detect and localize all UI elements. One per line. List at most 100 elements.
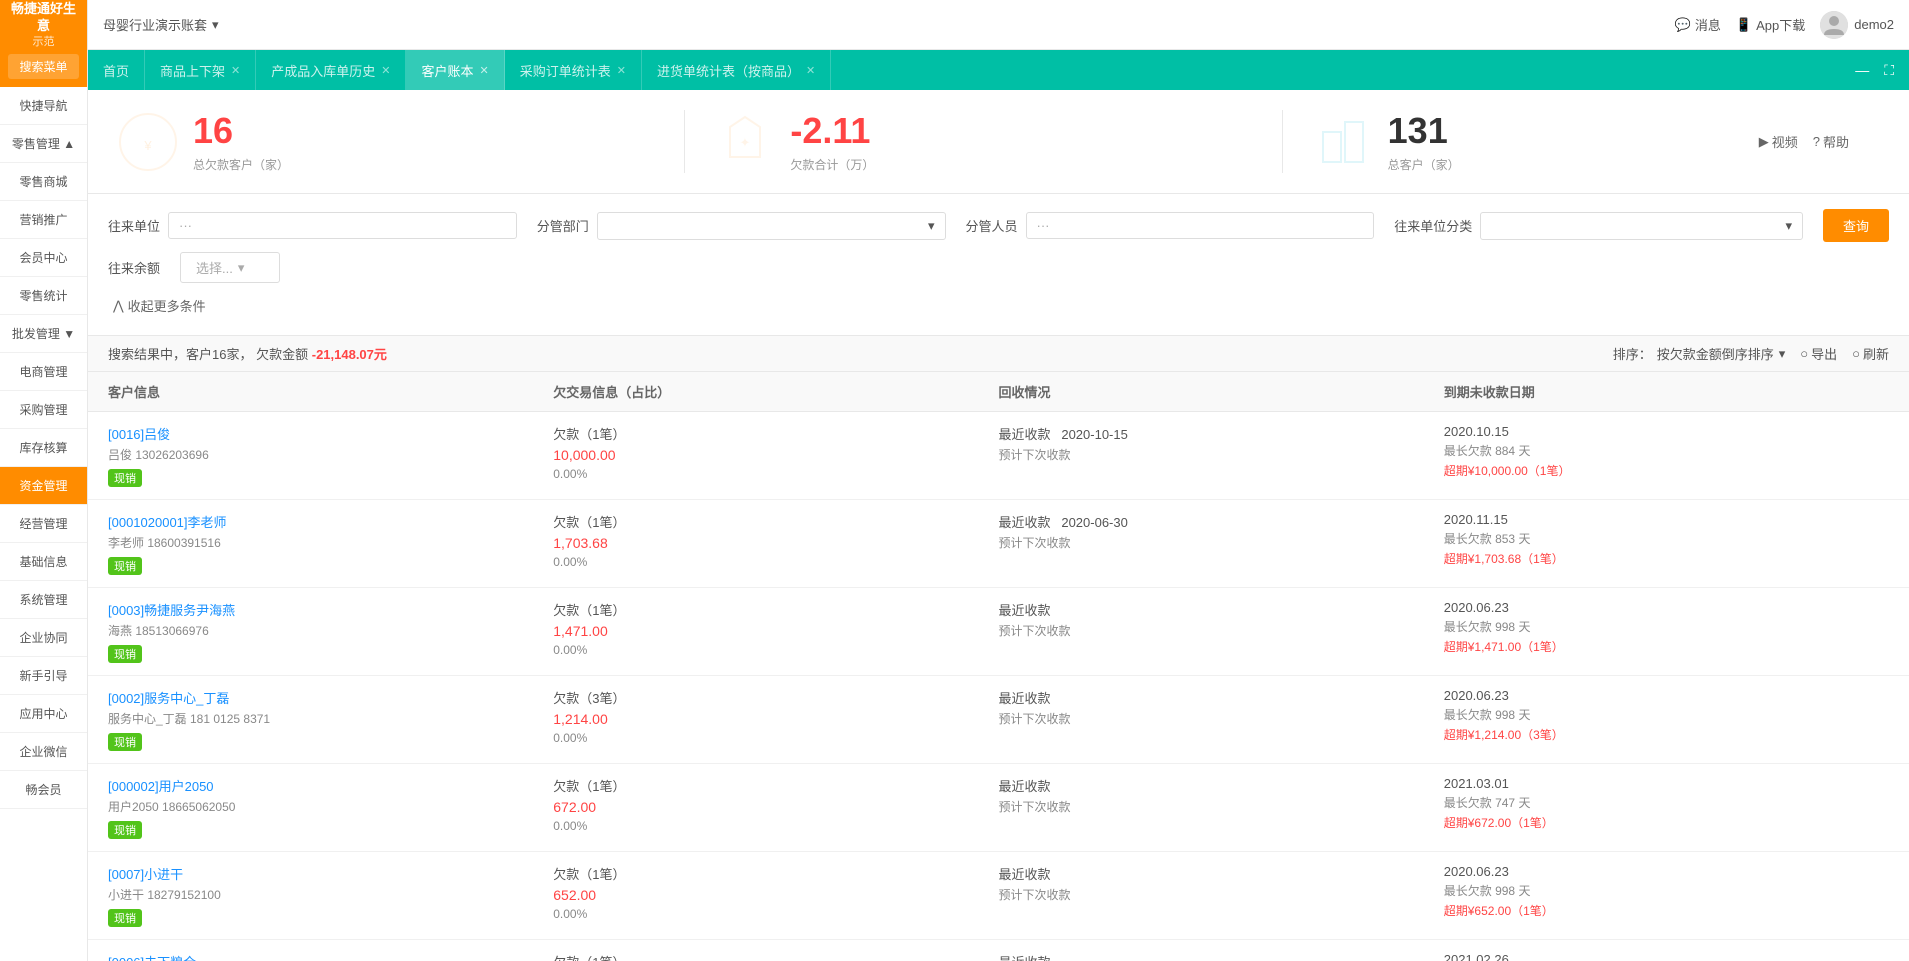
tab-purchase-product-stats[interactable]: 进货单统计表（按商品） ✕ xyxy=(642,50,831,90)
collapse-button[interactable]: ⋀ 收起更多条件 xyxy=(108,291,1889,320)
customer-name[interactable]: [000002]用户2050 xyxy=(108,776,553,795)
recovery-info: 最近收款 预计下次收款 xyxy=(999,864,1444,903)
overdue-info: 2021.02.26 最长欠款 750 天 超期¥455.90（1笔） xyxy=(1444,952,1889,961)
tab-bar-actions: — ⛶ xyxy=(1850,60,1909,81)
result-bar: 搜索结果中，客户16家， 欠款金额 -21,148.07元 排序： 按欠款金额倒… xyxy=(88,336,1909,372)
sort-selector[interactable]: 排序： 按欠款金额倒序排序 ▾ xyxy=(1613,344,1786,363)
sidebar-item-system[interactable]: 系统管理 xyxy=(0,581,87,619)
stats-bar: ¥ 16 总欠款客户（家） ✦ xyxy=(88,90,1909,194)
filter-row-2: 往来余额 选择... ▾ xyxy=(108,252,1889,283)
table-row: [0001020001]李老师 李老师 18600391516 现销 欠款（1笔… xyxy=(88,500,1909,588)
sidebar-item-basic-info[interactable]: 基础信息 xyxy=(0,543,87,581)
search-button[interactable]: 查询 xyxy=(1823,209,1889,242)
chevron-down-icon: ▾ xyxy=(928,218,935,234)
filter-person-input[interactable]: ··· xyxy=(1026,212,1375,239)
message-button[interactable]: 💬 消息 xyxy=(1675,15,1721,34)
search-menu-button[interactable]: 搜索菜单 xyxy=(8,54,79,79)
overdue-link[interactable]: 超期¥652.00（1笔） xyxy=(1444,902,1889,919)
recovery-info: 最近收款 2020-06-30 预计下次收款 xyxy=(999,512,1444,551)
overdue-link[interactable]: 超期¥672.00（1笔） xyxy=(1444,814,1889,831)
overdue-info: 2020.06.23 最长欠款 998 天 超期¥1,471.00（1笔） xyxy=(1444,600,1889,655)
recovery-next: 预计下次收款 xyxy=(999,886,1444,903)
overdue-date: 2020.11.15 xyxy=(1444,512,1889,527)
expand-icon[interactable]: ⛶ xyxy=(1879,60,1899,81)
debt-info: 欠款（1笔） 652.00 0.00% xyxy=(553,864,998,921)
debt-total-label: 欠款合计（万） xyxy=(790,156,874,173)
sidebar-item-wholesale[interactable]: 批发管理 ▼ xyxy=(0,315,87,353)
recovery-date: 最近收款 xyxy=(999,600,1444,619)
filter-unit-input[interactable]: ··· xyxy=(168,212,517,239)
debt-info: 欠款（1笔） 455.90 0.00% xyxy=(553,952,998,961)
sidebar-item-retail-stats[interactable]: 零售统计 xyxy=(0,277,87,315)
debt-count: 欠款（1笔） xyxy=(553,424,998,443)
sidebar-item-member2[interactable]: 畅会员 xyxy=(0,771,87,809)
company-selector[interactable]: 母婴行业演示账套 ▾ xyxy=(103,15,219,34)
overdue-days: 最长欠款 884 天 xyxy=(1444,442,1889,459)
sidebar-item-marketing[interactable]: 营销推广 xyxy=(0,201,87,239)
filter-person: 分管人员 ··· xyxy=(966,212,1375,239)
close-icon[interactable]: ✕ xyxy=(231,64,240,77)
overdue-link[interactable]: 超期¥10,000.00（1笔） xyxy=(1444,462,1889,479)
table-row: [0006]去下粮仓 陈小希 现销 欠款（1笔） 455.90 0.00% 最近… xyxy=(88,940,1909,961)
user-profile[interactable]: demo2 xyxy=(1820,11,1894,39)
video-link[interactable]: ▶ 视频 xyxy=(1759,132,1798,151)
tab-product-listing[interactable]: 商品上下架 ✕ xyxy=(145,50,256,90)
customer-name[interactable]: [0002]服务中心_丁磊 xyxy=(108,688,553,707)
sidebar-item-finance[interactable]: 资金管理 xyxy=(0,467,87,505)
video-icon: ▶ xyxy=(1759,134,1769,150)
refresh-button[interactable]: ○ 刷新 xyxy=(1852,344,1889,363)
close-icon[interactable]: ✕ xyxy=(381,64,390,77)
customer-name[interactable]: [0006]去下粮仓 xyxy=(108,952,553,961)
close-icon[interactable]: ✕ xyxy=(617,64,626,77)
sidebar-item-ecommerce[interactable]: 电商管理 xyxy=(0,353,87,391)
close-icon[interactable]: ✕ xyxy=(806,64,815,77)
sidebar-search-area: 搜索菜单 xyxy=(0,50,87,87)
filter-person-label: 分管人员 xyxy=(966,216,1018,235)
sidebar-item-weixin[interactable]: 企业微信 xyxy=(0,733,87,771)
overdue-link[interactable]: 超期¥1,214.00（3笔） xyxy=(1444,726,1889,743)
stat-card-total-customers: 131 总客户（家） ▶ 视频 ? 帮助 xyxy=(1283,110,1879,173)
total-customers-icon xyxy=(1313,112,1373,172)
sidebar-item-inventory[interactable]: 库存核算 xyxy=(0,429,87,467)
customer-meta: 服务中心_丁磊 181 0125 8371 xyxy=(108,710,553,727)
sidebar-item-apps[interactable]: 应用中心 xyxy=(0,695,87,733)
customer-name[interactable]: [0003]畅捷服务尹海燕 xyxy=(108,600,553,619)
help-link[interactable]: ? 帮助 xyxy=(1813,132,1849,151)
balance-select[interactable]: 选择... ▾ xyxy=(180,252,280,283)
customer-info: [0016]吕俊 吕俊 13026203696 现销 xyxy=(108,424,553,487)
export-icon: ○ xyxy=(1800,346,1808,361)
app-icon: 📱 xyxy=(1736,17,1752,33)
stat-actions: ▶ 视频 ? 帮助 xyxy=(1759,132,1849,151)
overdue-info: 2020.11.15 最长欠款 853 天 超期¥1,703.68（1笔） xyxy=(1444,512,1889,567)
sidebar-item-purchase[interactable]: 采购管理 xyxy=(0,391,87,429)
close-icon[interactable]: ✕ xyxy=(480,64,489,77)
tab-purchase-stats[interactable]: 采购订单统计表 ✕ xyxy=(505,50,642,90)
sidebar-item-member[interactable]: 会员中心 xyxy=(0,239,87,277)
sidebar-item-operation[interactable]: 经营管理 xyxy=(0,505,87,543)
tab-production-history[interactable]: 产成品入库单历史 ✕ xyxy=(256,50,406,90)
tab-home[interactable]: 首页 xyxy=(88,50,145,90)
tab-customer-ledger[interactable]: 客户账本 ✕ xyxy=(406,50,504,90)
balance-label: 往来余额 xyxy=(108,258,160,277)
recovery-next: 预计下次收款 xyxy=(999,710,1444,727)
col-header-recovery: 回收情况 xyxy=(999,382,1444,401)
overdue-link[interactable]: 超期¥1,471.00（1笔） xyxy=(1444,638,1889,655)
filter-unit-class-select[interactable]: ▾ xyxy=(1480,212,1803,240)
filter-dept: 分管部门 ▾ xyxy=(537,212,946,240)
overdue-link[interactable]: 超期¥1,703.68（1笔） xyxy=(1444,550,1889,567)
customer-tag: 现销 xyxy=(108,821,142,839)
sidebar-item-quick-nav[interactable]: 快捷导航 xyxy=(0,87,87,125)
sidebar-item-enterprise[interactable]: 企业协同 xyxy=(0,619,87,657)
sidebar-item-retail-mall[interactable]: 零售商城 xyxy=(0,163,87,201)
customer-name[interactable]: [0001020001]李老师 xyxy=(108,512,553,531)
top-bar-right: 💬 消息 📱 App下载 demo2 xyxy=(1675,11,1894,39)
svg-text:✦: ✦ xyxy=(740,135,751,150)
customer-name[interactable]: [0007]小进干 xyxy=(108,864,553,883)
minimize-icon[interactable]: — xyxy=(1850,60,1874,81)
export-button[interactable]: ○ 导出 xyxy=(1800,344,1837,363)
customer-name[interactable]: [0016]吕俊 xyxy=(108,424,553,443)
sidebar-item-guide[interactable]: 新手引导 xyxy=(0,657,87,695)
app-download-button[interactable]: 📱 App下载 xyxy=(1736,15,1805,34)
filter-dept-select[interactable]: ▾ xyxy=(597,212,946,240)
sidebar-item-retail-mgmt[interactable]: 零售管理 ▲ xyxy=(0,125,87,163)
